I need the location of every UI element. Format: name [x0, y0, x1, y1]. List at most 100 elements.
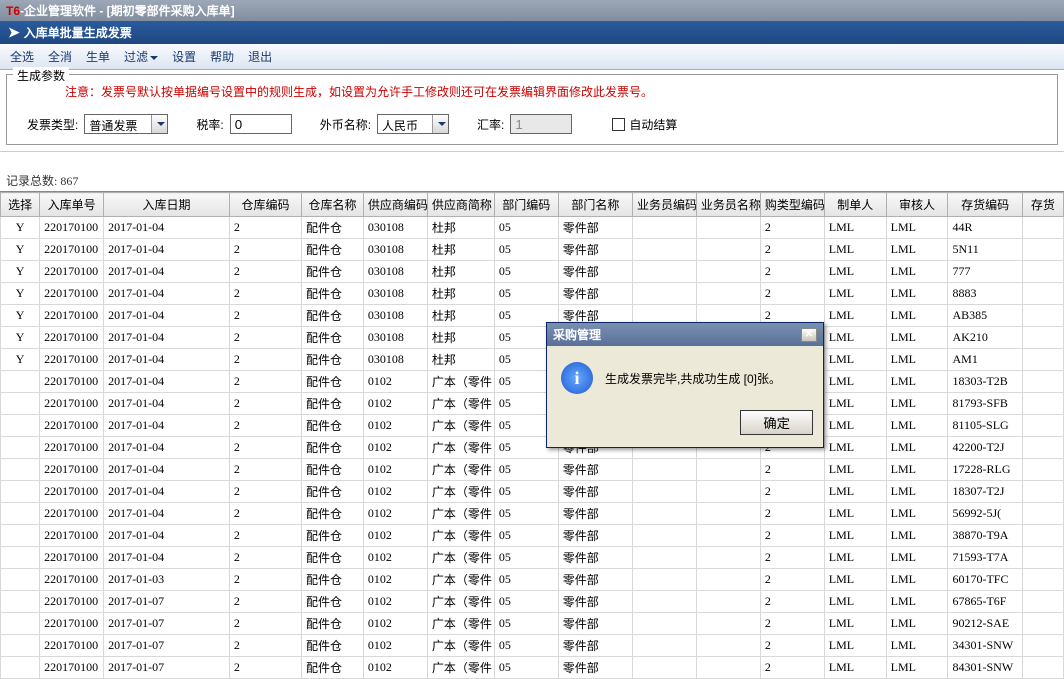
cell[interactable]: 配件仓: [302, 613, 364, 635]
cell[interactable]: 05: [494, 503, 558, 525]
cell[interactable]: [1, 481, 40, 503]
cell[interactable]: 2017-01-04: [104, 525, 230, 547]
cell[interactable]: 220170100: [40, 393, 104, 415]
cell[interactable]: 05: [494, 635, 558, 657]
cell[interactable]: 17228-RLG: [948, 459, 1022, 481]
cell[interactable]: 2: [229, 371, 301, 393]
cell[interactable]: 配件仓: [302, 481, 364, 503]
cell[interactable]: [1022, 613, 1063, 635]
cell[interactable]: LML: [886, 613, 948, 635]
invoice-type-combo[interactable]: 普通发票: [84, 114, 168, 134]
cell[interactable]: 8883: [948, 283, 1022, 305]
cell[interactable]: 2: [229, 547, 301, 569]
cell[interactable]: 2017-01-04: [104, 437, 230, 459]
cell[interactable]: [633, 503, 697, 525]
column-header[interactable]: 业务员名称: [696, 193, 760, 217]
cell[interactable]: 220170100: [40, 613, 104, 635]
column-header[interactable]: 部门编码: [494, 193, 558, 217]
table-row[interactable]: 2201701002017-01-042配件仓0102广本（零件05零件部2LM…: [1, 503, 1064, 525]
cell[interactable]: Y: [1, 261, 40, 283]
cell[interactable]: 配件仓: [302, 437, 364, 459]
cell[interactable]: 零件部: [558, 525, 632, 547]
cell[interactable]: 零件部: [558, 503, 632, 525]
cell[interactable]: 零件部: [558, 613, 632, 635]
cell[interactable]: 广本（零件: [427, 393, 494, 415]
chevron-down-icon[interactable]: [151, 115, 167, 133]
cell[interactable]: LML: [886, 217, 948, 239]
checkbox-icon[interactable]: [612, 118, 625, 131]
cell[interactable]: 配件仓: [302, 635, 364, 657]
cell[interactable]: LML: [824, 657, 886, 679]
cell[interactable]: 广本（零件: [427, 547, 494, 569]
cell[interactable]: [696, 283, 760, 305]
column-header[interactable]: 存货编码: [948, 193, 1022, 217]
cell[interactable]: 2: [760, 657, 824, 679]
cell[interactable]: 220170100: [40, 547, 104, 569]
cell[interactable]: 0102: [363, 459, 427, 481]
cell[interactable]: 34301-SNW: [948, 635, 1022, 657]
filter-button[interactable]: 过滤: [124, 48, 158, 65]
cell[interactable]: 2: [229, 459, 301, 481]
cell[interactable]: 0102: [363, 569, 427, 591]
cell[interactable]: 2017-01-04: [104, 547, 230, 569]
cell[interactable]: 81105-SLG: [948, 415, 1022, 437]
cell[interactable]: 05: [494, 283, 558, 305]
cell[interactable]: 配件仓: [302, 657, 364, 679]
cell[interactable]: 56992-5J(: [948, 503, 1022, 525]
cell[interactable]: 220170100: [40, 371, 104, 393]
cell[interactable]: AK210: [948, 327, 1022, 349]
deselect-all-button[interactable]: 全消: [48, 48, 72, 65]
cell[interactable]: 零件部: [558, 569, 632, 591]
cell[interactable]: 零件部: [558, 635, 632, 657]
cell[interactable]: 0102: [363, 371, 427, 393]
cell[interactable]: LML: [886, 503, 948, 525]
cell[interactable]: LML: [824, 349, 886, 371]
cell[interactable]: 2: [229, 283, 301, 305]
cell[interactable]: 2017-01-04: [104, 371, 230, 393]
cell[interactable]: LML: [886, 481, 948, 503]
cell[interactable]: [633, 657, 697, 679]
cell[interactable]: LML: [824, 239, 886, 261]
cell[interactable]: [696, 657, 760, 679]
column-header[interactable]: 入库日期: [104, 193, 230, 217]
cell[interactable]: [633, 613, 697, 635]
cell[interactable]: LML: [886, 261, 948, 283]
table-row[interactable]: Y2201701002017-01-042配件仓030108杜邦05零件部2LM…: [1, 239, 1064, 261]
cell[interactable]: 2017-01-04: [104, 415, 230, 437]
cell[interactable]: [1, 393, 40, 415]
cell[interactable]: 配件仓: [302, 371, 364, 393]
cell[interactable]: 220170100: [40, 217, 104, 239]
auto-settle-checkbox[interactable]: 自动结算: [612, 116, 677, 133]
cell[interactable]: 42200-T2J: [948, 437, 1022, 459]
cell[interactable]: [696, 525, 760, 547]
cell[interactable]: 2017-01-04: [104, 261, 230, 283]
cell[interactable]: 220170100: [40, 635, 104, 657]
cell[interactable]: 零件部: [558, 239, 632, 261]
cell[interactable]: LML: [886, 547, 948, 569]
column-header[interactable]: 部门名称: [558, 193, 632, 217]
cell[interactable]: 配件仓: [302, 415, 364, 437]
table-row[interactable]: 2201701002017-01-042配件仓0102广本（零件05零件部2LM…: [1, 371, 1064, 393]
cell[interactable]: 220170100: [40, 283, 104, 305]
cell[interactable]: 220170100: [40, 503, 104, 525]
cell[interactable]: 广本（零件: [427, 635, 494, 657]
cell[interactable]: [1, 635, 40, 657]
cell[interactable]: 0102: [363, 393, 427, 415]
cell[interactable]: 05: [494, 459, 558, 481]
cell[interactable]: LML: [886, 393, 948, 415]
cell[interactable]: AM1: [948, 349, 1022, 371]
table-row[interactable]: 2201701002017-01-042配件仓0102广本（零件05零件部2LM…: [1, 459, 1064, 481]
cell[interactable]: [696, 261, 760, 283]
table-row[interactable]: Y2201701002017-01-042配件仓030108杜邦05零件部2LM…: [1, 327, 1064, 349]
cell[interactable]: 广本（零件: [427, 657, 494, 679]
cell[interactable]: 0102: [363, 657, 427, 679]
cell[interactable]: 杜邦: [427, 305, 494, 327]
cell[interactable]: 杜邦: [427, 261, 494, 283]
cell[interactable]: 220170100: [40, 657, 104, 679]
cell[interactable]: 90212-SAE: [948, 613, 1022, 635]
cell[interactable]: [1022, 393, 1063, 415]
cell[interactable]: 2: [229, 349, 301, 371]
cell[interactable]: LML: [824, 327, 886, 349]
column-header[interactable]: 购类型编码: [760, 193, 824, 217]
cell[interactable]: 05: [494, 217, 558, 239]
